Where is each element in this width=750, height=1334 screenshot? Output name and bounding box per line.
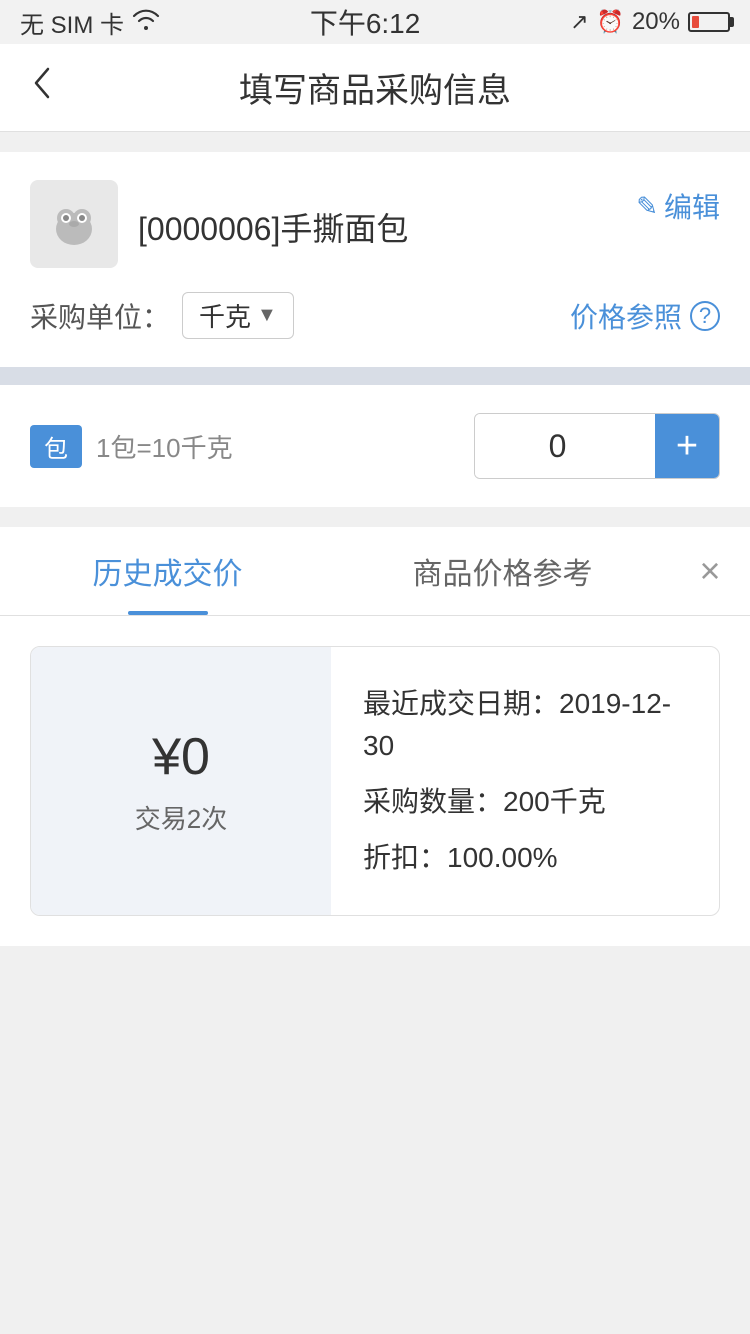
quantity-input-group: + xyxy=(474,413,720,479)
quantity-line: 采购数量：200千克 xyxy=(363,781,687,823)
price-ref-button[interactable]: 价格参照 ? xyxy=(570,296,720,336)
status-right: ↗ ⏰ 20% xyxy=(570,8,730,36)
main-content: 历史成交价 商品价格参考 × ¥0 交易2次 最近成交日期：20 xyxy=(0,527,750,1127)
alarm-icon: ⏰ xyxy=(597,9,624,35)
product-card: [0000006]手撕面包 ✎ 编辑 采购单位： 千克 ▼ 价格参照 ? xyxy=(0,152,750,367)
product-thumbnail xyxy=(30,180,118,268)
quantity-label: 包 1包=10千克 xyxy=(30,425,233,468)
price-ref-label: 价格参照 xyxy=(570,296,682,336)
discount-value: 100.00% xyxy=(447,842,558,873)
question-mark: ? xyxy=(699,303,711,329)
carrier-text: 无 SIM 卡 xyxy=(20,5,124,40)
tabs-header: 历史成交价 商品价格参考 × xyxy=(0,527,750,616)
quantity-info-label: 采购数量： xyxy=(363,786,503,817)
tab-history-price[interactable]: 历史成交价 xyxy=(0,527,335,615)
discount-label: 折扣： xyxy=(363,842,447,873)
edit-icon: ✎ xyxy=(636,191,658,222)
tab-history-price-label: 历史成交价 xyxy=(93,549,243,593)
quantity-plus-button[interactable]: + xyxy=(655,414,719,478)
tab-product-price-ref[interactable]: 商品价格参考 xyxy=(335,527,670,615)
nav-bar: 填写商品采购信息 xyxy=(0,44,750,132)
bag-unit-desc: 1包=10千克 xyxy=(96,428,233,465)
trade-count: 交易2次 xyxy=(135,799,227,836)
product-footer: 采购单位： 千克 ▼ 价格参照 ? xyxy=(30,292,720,339)
help-icon[interactable]: ? xyxy=(690,301,720,331)
product-left: [0000006]手撕面包 xyxy=(30,180,408,268)
recent-date-line: 最近成交日期：2019-12-30 xyxy=(363,683,687,767)
edit-button[interactable]: ✎ 编辑 xyxy=(636,180,720,226)
tabs-close-button[interactable]: × xyxy=(670,527,750,615)
unit-value: 千克 xyxy=(199,297,251,334)
product-name: [0000006]手撕面包 xyxy=(138,198,408,250)
unit-select[interactable]: 千克 ▼ xyxy=(182,292,294,339)
bag-badge: 包 xyxy=(30,425,82,468)
time-display: 下午6:12 xyxy=(310,2,421,42)
history-content: ¥0 交易2次 最近成交日期：2019-12-30 采购数量：200千克 折扣：… xyxy=(0,616,750,946)
edit-label: 编辑 xyxy=(664,186,720,226)
status-left: 无 SIM 卡 xyxy=(20,5,160,40)
quantity-input[interactable] xyxy=(475,414,655,478)
plus-icon: + xyxy=(676,425,698,468)
location-icon: ↗ xyxy=(570,9,588,35)
discount-line: 折扣：100.00% xyxy=(363,837,687,879)
back-button[interactable] xyxy=(28,61,56,115)
history-details-right: 最近成交日期：2019-12-30 采购数量：200千克 折扣：100.00% xyxy=(331,647,719,915)
currency-symbol: ¥ xyxy=(152,728,181,786)
quantity-row: 包 1包=10千克 + xyxy=(0,385,750,507)
history-price-left: ¥0 交易2次 xyxy=(31,647,331,915)
tabs-section: 历史成交价 商品价格参考 × ¥0 交易2次 最近成交日期：20 xyxy=(0,527,750,946)
tab-product-price-ref-label: 商品价格参考 xyxy=(413,549,593,593)
product-header: [0000006]手撕面包 ✎ 编辑 xyxy=(30,180,720,268)
wifi-icon xyxy=(132,8,160,37)
status-bar: 无 SIM 卡 下午6:12 ↗ ⏰ 20% xyxy=(0,0,750,44)
unit-label: 采购单位： xyxy=(30,296,170,336)
section-divider xyxy=(0,367,750,385)
unit-row: 采购单位： 千克 ▼ xyxy=(30,292,294,339)
recent-date-label: 最近成交日期： xyxy=(363,688,559,719)
battery-icon xyxy=(688,12,730,32)
price-display: ¥0 xyxy=(152,727,210,787)
close-icon: × xyxy=(699,550,720,592)
history-card: ¥0 交易2次 最近成交日期：2019-12-30 采购数量：200千克 折扣：… xyxy=(30,646,720,916)
unit-arrow: ▼ xyxy=(257,304,277,327)
page-title: 填写商品采购信息 xyxy=(239,63,511,112)
battery-percent: 20% xyxy=(632,8,680,36)
quantity-info-value: 200千克 xyxy=(503,786,606,817)
price-value: 0 xyxy=(181,728,210,786)
